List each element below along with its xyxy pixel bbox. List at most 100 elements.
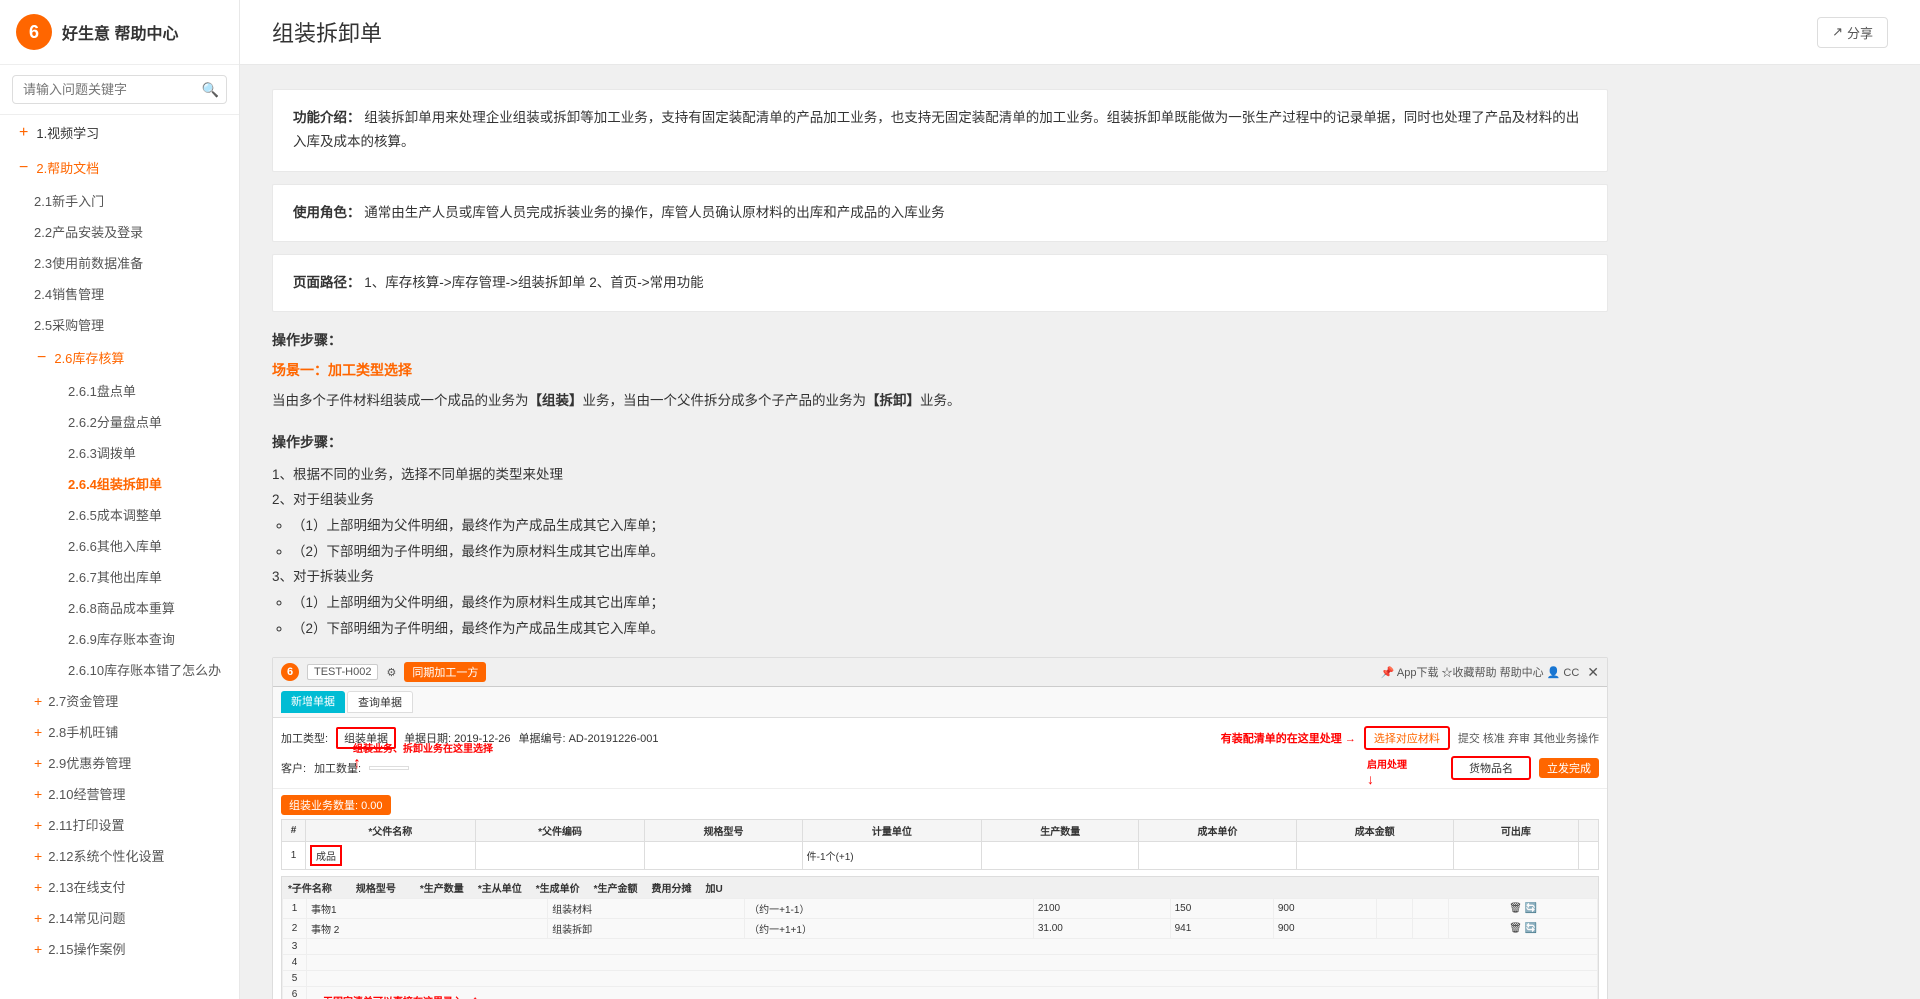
mock-tab-new: 新增单据 xyxy=(281,691,345,713)
sidebar: 6 好生意 帮助中心 🔍 + 1.视频学习 − 2.帮助文档 2.1新手入门 2… xyxy=(0,0,240,999)
mock-lower-tab6: *生产金额 xyxy=(594,880,638,895)
sidebar-item-docs[interactable]: − 2.帮助文档 xyxy=(0,150,239,185)
mock-tab-query: 查询单据 xyxy=(347,691,413,713)
mock-table-title: 组装业务数量: 0.00 xyxy=(289,800,383,812)
nav-inventory[interactable]: − 2.6库存核算 xyxy=(34,340,239,375)
nav-finance[interactable]: +2.7资金管理 xyxy=(34,685,239,716)
mock-customer-label: 客户: xyxy=(281,760,306,776)
nav-install[interactable]: 2.2产品安装及登录 xyxy=(34,216,239,247)
docs-subnav: 2.1新手入门 2.2产品安装及登录 2.3使用前数据准备 2.4销售管理 2.… xyxy=(0,185,239,964)
share-icon: ↗ xyxy=(1832,24,1843,40)
step-3-sub: （1）上部明细为父件明细，最终作为原材料生成其它出库单； （2）下部明细为子件明… xyxy=(272,590,1608,641)
mock-ref1: 组装材料 xyxy=(552,905,592,916)
sidebar-item-docs-label: 2.帮助文档 xyxy=(36,158,99,177)
step-3-1: （1）上部明细为父件明细，最终作为原材料生成其它出库单； xyxy=(292,590,1608,616)
mock-arrow4: ↓ xyxy=(1367,771,1374,787)
mock-form-label-type: 加工类型: xyxy=(281,730,328,746)
mock-annotation4-text: 启用处理 xyxy=(1367,760,1407,771)
step-1: 1、根据不同的业务，选择不同单据的类型来处理 xyxy=(272,462,1608,488)
nav-sysconfig[interactable]: +2.12系统个性化设置 xyxy=(34,840,239,871)
path-block: 页面路径： 1、库存核算->库存管理->组装拆卸单 2、首页->常用功能 xyxy=(272,254,1608,312)
screenshot-mock: 6 TEST-H002 ⚙ 同期加工一方 📌 App下载 ☆收藏帮助 帮助中心 … xyxy=(272,657,1608,999)
plus-icon: + xyxy=(19,124,28,142)
ops-steps-title: 操作步骤： xyxy=(272,432,1608,452)
step-2: 2、对于组装业务 xyxy=(272,487,1608,513)
search-icon-btn[interactable]: 🔍 xyxy=(202,81,219,98)
share-button[interactable]: ↗ 分享 xyxy=(1817,17,1888,48)
nav-inventory-label: 2.6库存核算 xyxy=(54,348,124,367)
scene1-desc: 当由多个子件材料组装成一个成品的业务为【组装】业务，当由一个父件拆分成多个子产品… xyxy=(272,388,1608,414)
nav-new[interactable]: 2.1新手入门 xyxy=(34,185,239,216)
nav-cases[interactable]: +2.15操作案例 xyxy=(34,933,239,964)
inventory-subnav: 2.6.1盘点单 2.6.2分量盘点单 2.6.3调拨单 2.6.4组装拆卸单 … xyxy=(34,375,239,685)
steps-list: 1、根据不同的业务，选择不同单据的类型来处理 2、对于组装业务 （1）上部明细为… xyxy=(272,462,1608,641)
mock-num-label: 单据编号: AD-20191226-001 xyxy=(518,730,658,746)
mock-settings-icon: ⚙ xyxy=(386,666,396,679)
mock-ref2: 组装拆卸 xyxy=(552,925,592,936)
mock-url-field: TEST-H002 xyxy=(307,664,378,680)
step-2-1: （1）上部明细为父件明细，最终作为产成品生成其它入库单； xyxy=(292,513,1608,539)
sidebar-item-videos-label: 1.视频学习 xyxy=(36,123,99,142)
nav-purchase[interactable]: 2.5采购管理 xyxy=(34,309,239,340)
function-intro-label: 功能介绍： xyxy=(293,110,361,125)
nav-2.6.8[interactable]: 2.6.8商品成本重算 xyxy=(68,592,239,623)
nav-mobile[interactable]: +2.8手机旺铺 xyxy=(34,716,239,747)
function-intro-text: 组装拆卸单用来处理企业组装或拆卸等加工业务，支持有固定装配清单的产品加工业务，也… xyxy=(293,110,1579,149)
share-label: 分享 xyxy=(1847,23,1873,42)
nav-print[interactable]: +2.11打印设置 xyxy=(34,809,239,840)
search-input[interactable] xyxy=(12,75,227,104)
step-3-2: （2）下部明细为子件明细，最终作为产成品生成其它入库单。 xyxy=(292,616,1608,642)
step-3: 3、对于拆装业务 xyxy=(272,564,1608,590)
mock-lower-tab2: 规格型号 xyxy=(356,880,396,895)
mock-annotation1-text: 有装配清单的在这里处理 xyxy=(1221,733,1342,745)
mock-process-btn-orange: 同期加工一方 xyxy=(404,662,486,682)
page-header: 组装拆卸单 ↗ 分享 xyxy=(240,0,1920,65)
search-bar: 🔍 xyxy=(0,65,239,115)
minus-icon-inv: − xyxy=(37,350,46,366)
path-text: 1、库存核算->库存管理->组装拆卸单 2、首页->常用功能 xyxy=(364,275,703,290)
page-title: 组装拆卸单 xyxy=(272,16,382,48)
nav-2.6.6[interactable]: 2.6.6其他入库单 xyxy=(68,530,239,561)
sidebar-item-videos[interactable]: + 1.视频学习 xyxy=(0,115,239,150)
mock-select-material: 选择对应材料 xyxy=(1364,726,1450,750)
main-content: 组装拆卸单 ↗ 分享 功能介绍： 组装拆卸单用来处理企业组装或拆卸等加工业务，支… xyxy=(240,0,1920,999)
step-2-2: （2）下部明细为子件明细，最终作为原材料生成其它出库单。 xyxy=(292,539,1608,565)
nav-2.6.3[interactable]: 2.6.3调拨单 xyxy=(68,437,239,468)
mock-action-btns: 提交 核准 弃审 其他业务操作 xyxy=(1458,730,1599,746)
mock-material2: 事物 2 xyxy=(311,925,339,936)
mock-lower-tab7: 费用分摊 xyxy=(652,880,692,895)
mock-arrow5: ↑ xyxy=(472,992,479,999)
mock-arrow3: ↑ xyxy=(353,755,361,772)
mock-lower-tab4: *主从单位 xyxy=(478,880,522,895)
mock-lower-tab1: *子件名称 xyxy=(288,880,332,895)
content-area: 功能介绍： 组装拆卸单用来处理企业组装或拆卸等加工业务，支持有固定装配清单的产品… xyxy=(240,65,1640,999)
role-text: 通常由生产人员或库管人员完成拆装业务的操作，库管人员确认原材料的出库和产成品的入… xyxy=(364,205,945,220)
path-label: 页面路径： xyxy=(293,275,361,290)
nav-data[interactable]: 2.3使用前数据准备 xyxy=(34,247,239,278)
mock-lower-tab8: 加U xyxy=(706,880,723,895)
mock-material1: 事物1 xyxy=(311,905,337,916)
mock-annotation3-text: 组装业务、拆卸业务在这里选择 xyxy=(353,744,493,755)
nav-faq[interactable]: +2.14常见问题 xyxy=(34,902,239,933)
nav-2.6.2[interactable]: 2.6.2分量盘点单 xyxy=(68,406,239,437)
nav-ops[interactable]: +2.10经营管理 xyxy=(34,778,239,809)
nav-2.6.1[interactable]: 2.6.1盘点单 xyxy=(68,375,239,406)
step-2-sub: （1）上部明细为父件明细，最终作为产成品生成其它入库单； （2）下部明细为子件明… xyxy=(272,513,1608,564)
nav-2.6.7[interactable]: 2.6.7其他出库单 xyxy=(68,561,239,592)
role-label: 使用角色： xyxy=(293,205,361,220)
nav-inventory-group: − 2.6库存核算 2.6.1盘点单 2.6.2分量盘点单 2.6.3调拨单 2… xyxy=(34,340,239,685)
nav-2.6.10[interactable]: 2.6.10库存账本错了怎么办 xyxy=(68,654,239,685)
logo-bar: 6 好生意 帮助中心 xyxy=(0,0,239,65)
nav-2.6.9[interactable]: 2.6.9库存账本查询 xyxy=(68,623,239,654)
nav-sales[interactable]: 2.4销售管理 xyxy=(34,278,239,309)
nav-coupon[interactable]: +2.9优惠券管理 xyxy=(34,747,239,778)
function-intro-block: 功能介绍： 组装拆卸单用来处理企业组装或拆卸等加工业务，支持有固定装配清单的产品… xyxy=(272,89,1608,172)
nav-2.6.5[interactable]: 2.6.5成本调整单 xyxy=(68,499,239,530)
nav-2.6.4[interactable]: 2.6.4组装拆卸单 xyxy=(68,468,239,499)
mock-lower-tab3: *生产数量 xyxy=(420,880,464,895)
role-block: 使用角色： 通常由生产人员或库管人员完成拆装业务的操作，库管人员确认原材料的出库… xyxy=(272,184,1608,242)
mock-close-icon: ✕ xyxy=(1587,664,1599,681)
logo-text: 好生意 帮助中心 xyxy=(62,20,178,44)
nav-online[interactable]: +2.13在线支付 xyxy=(34,871,239,902)
mock-lower-tab5: *生成单价 xyxy=(536,880,580,895)
